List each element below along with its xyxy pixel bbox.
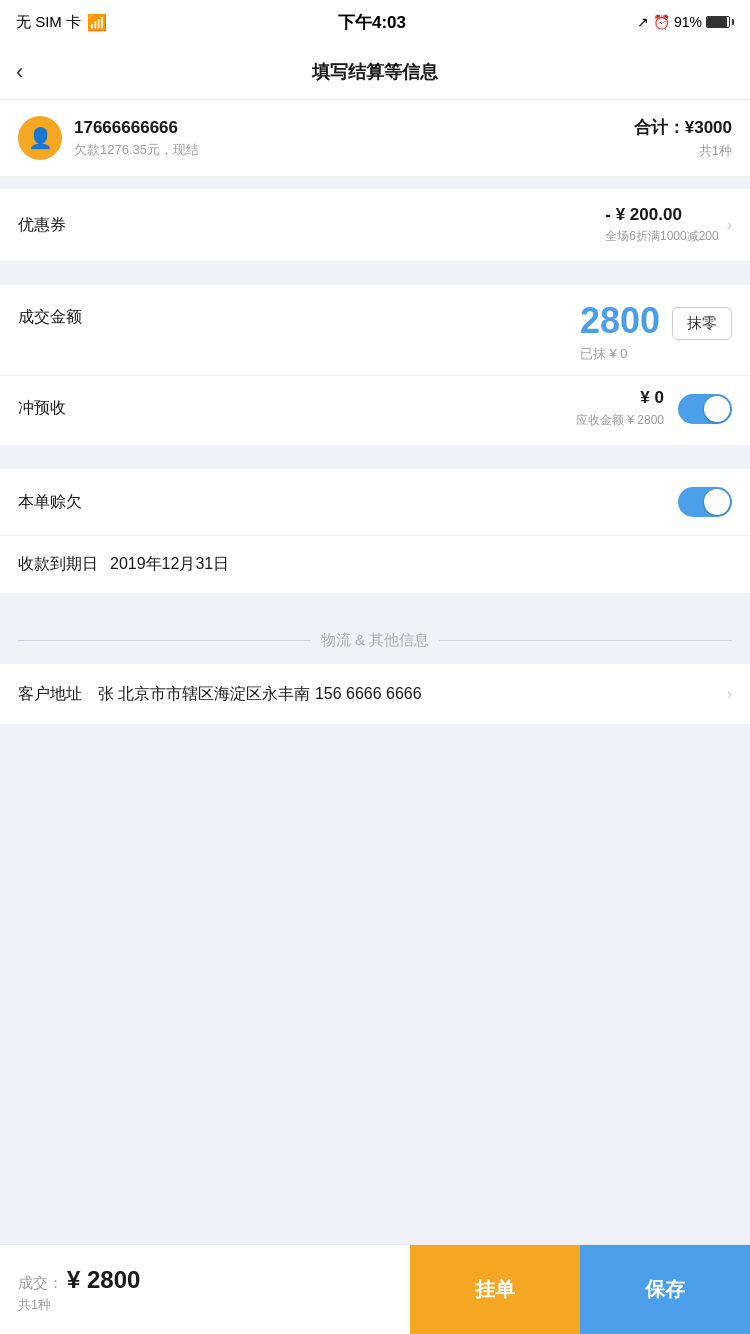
logistics-divider: 物流 & 其他信息 [0, 617, 750, 664]
coupon-right: - ¥ 200.00 全场6折满1000减200 › [605, 205, 732, 245]
debt-label: 本单赊欠 [18, 492, 82, 513]
amount-value: 2800 [580, 303, 660, 339]
section-gap-4 [0, 736, 750, 936]
total-amount: 合计：¥3000 [634, 116, 732, 139]
section-gap-3 [0, 605, 750, 617]
coupon-chevron-icon: › [727, 216, 732, 234]
address-card[interactable]: 客户地址 张 北京市市辖区海淀区永丰南 156 6666 6666 › [0, 664, 750, 724]
debt-row: 本单赊欠 [0, 469, 750, 535]
prepay-receivable: 应收金额 ¥ 2800 [576, 412, 664, 429]
customer-debt: 欠款1276.35元，现结 [74, 141, 199, 159]
status-bar: 无 SIM 卡 📶 下午4:03 ↗ ⏰ 91% [0, 0, 750, 44]
status-left: 无 SIM 卡 📶 [16, 13, 107, 32]
toggle-knob [704, 396, 730, 422]
coupon-label: 优惠券 [18, 215, 66, 236]
section-gap-1 [0, 273, 750, 285]
bottom-amount: ¥ 2800 [67, 1266, 140, 1294]
prepay-label: 冲预收 [18, 398, 66, 419]
coupon-card[interactable]: 优惠券 - ¥ 200.00 全场6折满1000减200 › [0, 189, 750, 261]
due-date-row: 收款到期日 2019年12月31日 [0, 535, 750, 593]
debt-card: 本单赊欠 收款到期日 2019年12月31日 [0, 469, 750, 593]
alarm-icon: ⏰ [653, 14, 670, 30]
hang-button[interactable]: 挂单 [410, 1245, 580, 1335]
amount-right: 2800 已抹 ¥ 0 抹零 [580, 303, 732, 363]
nav-bar: ‹ 填写结算等信息 [0, 44, 750, 100]
prepay-right: ¥ 0 应收金额 ¥ 2800 [576, 388, 732, 429]
status-right: ↗ ⏰ 91% [637, 14, 734, 30]
divider-line-right [439, 640, 732, 641]
amount-sub: 已抹 ¥ 0 [580, 345, 660, 363]
carrier-text: 无 SIM 卡 [16, 13, 81, 32]
address-label: 客户地址 [18, 684, 82, 705]
coupon-description: 全场6折满1000减200 [605, 228, 718, 245]
location-icon: ↗ [637, 14, 649, 30]
main-content: 👤 17666666666 欠款1276.35元，现结 合计：¥3000 共1种… [0, 100, 750, 1026]
logistics-text: 物流 & 其他信息 [321, 631, 429, 650]
due-date-label: 收款到期日 [18, 554, 98, 575]
wifi-icon: 📶 [87, 13, 107, 32]
due-date-value: 2019年12月31日 [110, 554, 229, 575]
debt-toggle[interactable] [678, 487, 732, 517]
customer-right: 合计：¥3000 共1种 [634, 116, 732, 160]
bottom-count: 共1种 [18, 1296, 392, 1314]
customer-card: 👤 17666666666 欠款1276.35元，现结 合计：¥3000 共1种 [0, 100, 750, 177]
status-time: 下午4:03 [338, 11, 406, 34]
debt-toggle-knob [704, 489, 730, 515]
bottom-info: 成交： ¥ 2800 共1种 [0, 1266, 410, 1314]
prepay-row: 冲预收 ¥ 0 应收金额 ¥ 2800 [0, 375, 750, 445]
page-title: 填写结算等信息 [312, 60, 438, 84]
customer-row: 👤 17666666666 欠款1276.35元，现结 合计：¥3000 共1种 [0, 100, 750, 177]
address-chevron-icon: › [727, 685, 732, 703]
battery-percent: 91% [674, 14, 702, 30]
customer-info: 17666666666 欠款1276.35元，现结 [74, 118, 199, 159]
customer-left: 👤 17666666666 欠款1276.35元，现结 [18, 116, 199, 160]
prepay-toggle[interactable] [678, 394, 732, 424]
section-gap-2 [0, 457, 750, 469]
address-row[interactable]: 客户地址 张 北京市市辖区海淀区永丰南 156 6666 6666 › [0, 664, 750, 724]
round-button[interactable]: 抹零 [672, 307, 732, 340]
bottom-bar: 成交： ¥ 2800 共1种 挂单 保存 [0, 1244, 750, 1334]
coupon-value: - ¥ 200.00 [605, 205, 718, 225]
coupon-row[interactable]: 优惠券 - ¥ 200.00 全场6折满1000减200 › [0, 189, 750, 261]
divider-line-left [18, 640, 311, 641]
customer-phone: 17666666666 [74, 118, 199, 138]
back-button[interactable]: ‹ [16, 59, 23, 85]
amount-label: 成交金额 [18, 303, 82, 328]
total-count: 共1种 [634, 142, 732, 160]
bottom-deal-label: 成交： [18, 1274, 63, 1293]
address-value: 张 北京市市辖区海淀区永丰南 156 6666 6666 [98, 682, 719, 706]
save-button[interactable]: 保存 [580, 1245, 750, 1335]
avatar-icon: 👤 [28, 126, 53, 150]
amount-row: 成交金额 2800 已抹 ¥ 0 抹零 [0, 285, 750, 375]
prepay-values: ¥ 0 应收金额 ¥ 2800 [576, 388, 664, 429]
battery-icon [706, 16, 734, 28]
amount-card: 成交金额 2800 已抹 ¥ 0 抹零 冲预收 ¥ 0 应收金额 ¥ 2800 [0, 285, 750, 445]
avatar: 👤 [18, 116, 62, 160]
prepay-amount: ¥ 0 [576, 388, 664, 408]
